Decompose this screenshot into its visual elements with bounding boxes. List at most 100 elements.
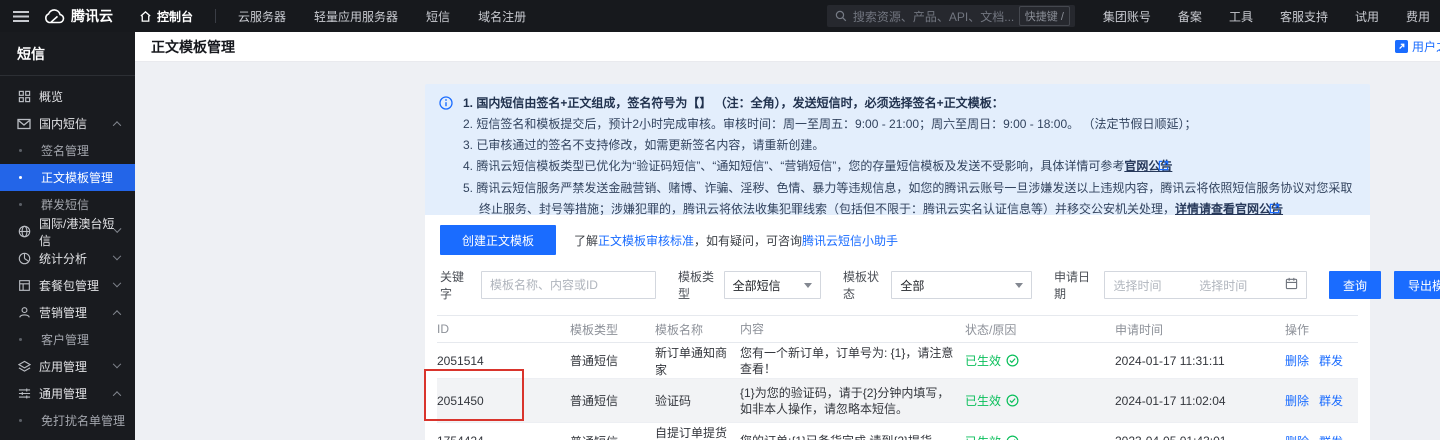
tencent-cloud-logo[interactable]: 腾讯云 [43,6,113,26]
cell-id: 2051514 [437,353,484,368]
sidebar-item-unsubscribe-user-mgmt[interactable]: 退订用户管理 [0,434,135,440]
notice-line-1: 1. 国内短信由签名+正文组成，签名符号为【】 （注：全角），发送短信时，必须选… [463,96,1004,110]
home-icon [140,10,151,22]
export-template-button[interactable]: 导出模板 [1394,271,1440,299]
type-label: 模板类型 [678,270,715,301]
check-circle-icon [1006,394,1019,407]
user-voice-link[interactable]: 用户之 [1394,38,1440,55]
calendar-icon [1285,277,1298,293]
sidebar-item-statistics[interactable]: 统计分析 [0,245,135,272]
cell-id: 1754424 [437,434,570,440]
cell-actions: 删除群发 [1285,392,1358,409]
cell-time: 2023-04-05 01:43:01 [1115,434,1285,440]
external-link-icon [1394,40,1408,53]
sliders-icon [17,387,31,401]
sidebar-item-package-mgmt[interactable]: 套餐包管理 [0,272,135,299]
official-announcement-link[interactable]: 详情请查看官网公告 [1175,202,1283,216]
filter-bar: 关键字 模板类型 全部短信 模板状态 全部 [437,268,1440,302]
card-toolbar: 创建正文模板 了解正文模板审核标准，如有疑问，可咨询腾讯云短信小助手 [437,225,1358,255]
date-filter: 申请日期 选择时间 选择时间 [1054,268,1308,302]
topbar-link-billing[interactable]: 费用 [1406,8,1430,25]
delete-link[interactable]: 删除 [1285,392,1309,409]
topbar-link-trial[interactable]: 试用 [1355,8,1379,25]
chevron-down-icon [112,278,122,287]
bulk-send-link[interactable]: 群发 [1319,392,1343,409]
search-placeholder: 搜索资源、产品、API、文档... [852,9,1015,24]
sidebar-item-customer-mgmt[interactable]: 客户管理 [0,326,135,353]
bullet-dot-icon [19,176,22,179]
sidebar-item-domestic-sms[interactable]: 国内短信 [0,110,135,137]
sidebar-item-signature-mgmt[interactable]: 签名管理 [0,137,135,164]
search-icon [835,10,847,22]
col-header-type: 模板类型 [570,322,619,337]
delete-link[interactable]: 删除 [1285,433,1309,440]
topbar-nav: 云服务器 轻量应用服务器 短信 域名注册 [238,8,526,25]
toolbar-hint: 了解正文模板审核标准，如有疑问，可咨询腾讯云短信小助手 [574,233,899,248]
topbar-links: 集团账号 备案 工具 客服支持 试用 费用 [1103,8,1430,25]
sidebar-item-general-mgmt[interactable]: 通用管理 [0,380,135,407]
topbar-divider [215,9,217,23]
sidebar-menu: 概览 国内短信 签名管理 正文模板管理 群发短信 国际/港澳台短信 统计分析 套… [0,76,135,440]
query-button[interactable]: 查询 [1329,271,1382,299]
cell-status: 已生效 [965,392,1115,409]
sidebar-item-international-sms[interactable]: 国际/港澳台短信 [0,217,135,248]
template-card: 创建正文模板 了解正文模板审核标准，如有疑问，可咨询腾讯云短信小助手 关键字 模… [425,215,1440,440]
bullet-dot-icon [19,419,22,422]
topbar-link-tools[interactable]: 工具 [1229,8,1253,25]
topbar-link-support[interactable]: 客服支持 [1280,8,1328,25]
template-status-select[interactable]: 全部 [891,271,1033,299]
cell-status: 已生效 [965,433,1115,440]
cell-time: 2024-01-17 11:02:04 [1115,393,1226,408]
review-standard-link[interactable]: 正文模板审核标准 [598,234,694,248]
bulk-send-link[interactable]: 群发 [1319,352,1343,369]
nav-item-cvm[interactable]: 云服务器 [238,8,286,25]
package-icon [17,279,31,293]
person-icon [17,306,31,320]
sidebar-item-body-template-mgmt[interactable]: 正文模板管理 [0,164,135,191]
delete-link[interactable]: 删除 [1285,352,1309,369]
template-type-select[interactable]: 全部短信 [723,271,822,299]
bulk-send-link[interactable]: 群发 [1319,433,1343,440]
status-filter: 模板状态 全部 [843,268,1033,302]
chevron-up-icon [112,390,122,400]
mail-icon [17,117,31,131]
create-template-button[interactable]: 创建正文模板 [440,225,556,255]
keyword-input[interactable] [480,271,657,299]
topbar-link-icp[interactable]: 备案 [1178,8,1202,25]
topbar-link-org-account[interactable]: 集团账号 [1103,8,1151,25]
date-start-placeholder: 选择时间 [1113,278,1162,293]
notice-line-2: 2. 短信签名和模板提交后，预计2小时完成审核。审核时间：周一至周五：9:00 … [463,117,1197,131]
keyword-filter: 关键字 [440,268,657,302]
sidebar-item-overview[interactable]: 概览 [0,83,135,110]
col-header-name: 模板名称 [655,322,704,337]
sidebar-item-app-mgmt[interactable]: 应用管理 [0,353,135,380]
chevron-up-icon [112,120,122,130]
console-link[interactable]: 控制台 [139,8,193,25]
pie-chart-icon [17,252,31,266]
date-range-picker[interactable]: 选择时间 选择时间 [1104,271,1308,299]
col-header-actions: 操作 [1285,322,1310,337]
sidebar-item-marketing-mgmt[interactable]: 营销管理 [0,299,135,326]
filter-actions: 查询 导出模板 [1329,271,1440,299]
date-label: 申请日期 [1054,270,1091,301]
sidebar-item-dnd-list-mgmt[interactable]: 免打扰名单管理 [0,407,135,434]
bullet-dot-icon [19,203,22,206]
nav-item-lighthouse[interactable]: 轻量应用服务器 [314,8,398,25]
cell-content: {1}为您的验证码，请于{2}分钟内填写，如非本人操作，请忽略本短信。 [740,385,950,416]
brand-name: 腾讯云 [71,8,113,24]
hamburger-menu-icon[interactable] [13,10,29,22]
table-row: 2051514 普通短信 新订单通知商家 您有一个新订单，订单号为: {1}，请… [437,343,1358,379]
nav-item-sms[interactable]: 短信 [426,8,450,25]
cell-content: 您有一个新订单，订单号为: {1}，请注意查看！ [740,345,954,376]
col-header-id: ID [437,322,449,336]
col-header-content: 内容 [740,322,765,336]
cell-type: 普通短信 [570,433,655,440]
sms-assistant-link[interactable]: 腾讯云短信小助手 [802,234,898,248]
global-search-input[interactable]: 搜索资源、产品、API、文档... 快捷键 / [826,5,1075,27]
main-content: 1. 国内短信由签名+正文组成，签名符号为【】 （注：全角），发送短信时，必须选… [135,62,1440,440]
info-icon [439,96,453,117]
chevron-up-icon [112,309,122,319]
sidebar: 短信 概览 国内短信 签名管理 正文模板管理 群发短信 国际/港澳台短信 统计分… [0,32,135,440]
page-title: 正文模板管理 [151,38,235,55]
nav-item-domain[interactable]: 域名注册 [478,8,526,25]
